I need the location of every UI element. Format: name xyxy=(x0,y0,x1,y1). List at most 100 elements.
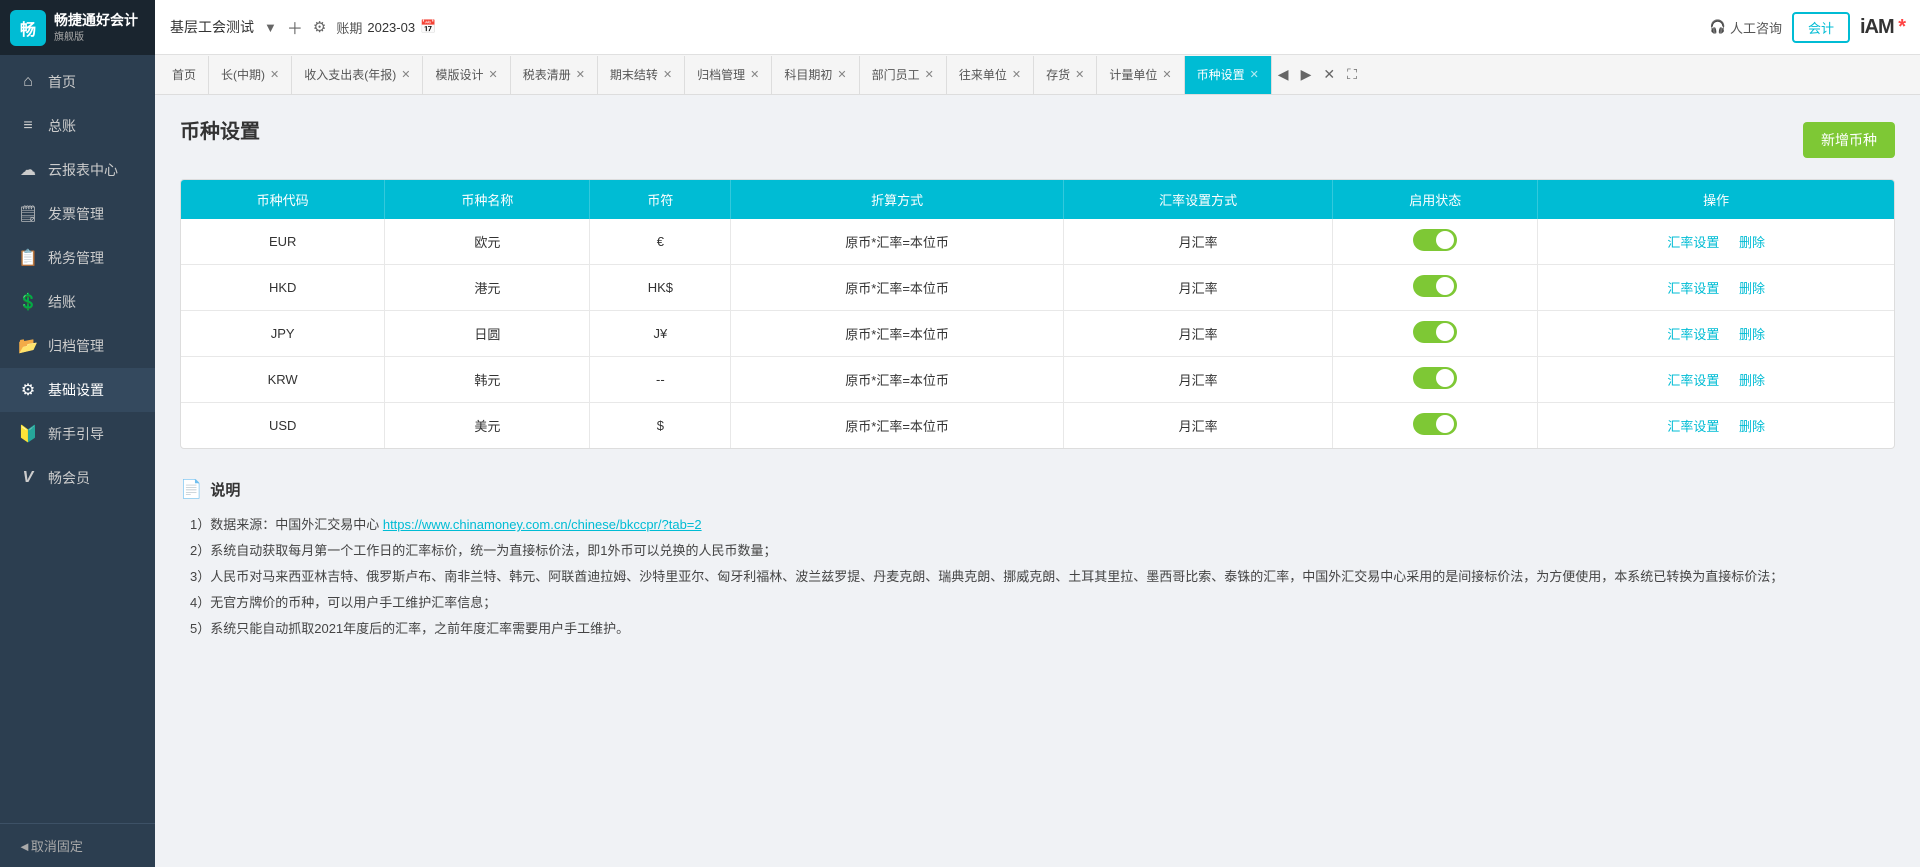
rate-setting-link[interactable]: 汇率设置 xyxy=(1667,327,1719,342)
tab-period[interactable]: 长(中期) ✕ xyxy=(209,56,292,94)
sidebar-item-home[interactable]: ⌂ 首页 xyxy=(0,60,155,104)
sidebar-item-archive[interactable]: 📂 归档管理 xyxy=(0,324,155,368)
add-company-icon[interactable]: ＋ xyxy=(287,15,303,39)
tab-close-archive[interactable]: ✕ xyxy=(750,68,759,81)
cell-name: 美元 xyxy=(385,403,590,449)
cell-rate-type: 月汇率 xyxy=(1063,219,1332,265)
cell-status[interactable] xyxy=(1333,219,1538,265)
cell-status[interactable] xyxy=(1333,403,1538,449)
home-icon: ⌂ xyxy=(18,73,38,91)
sidebar-label-ledger: 总账 xyxy=(48,116,76,136)
status-toggle[interactable] xyxy=(1413,413,1457,435)
status-toggle[interactable] xyxy=(1413,367,1457,389)
tab-close-partner[interactable]: ✕ xyxy=(1012,68,1021,81)
rate-setting-link[interactable]: 汇率设置 xyxy=(1667,235,1719,250)
tab-dept[interactable]: 部门员工 ✕ xyxy=(860,56,947,94)
currency-data-table: 币种代码 币种名称 币符 折算方式 汇率设置方式 启用状态 操作 EUR 欧元 … xyxy=(181,180,1894,448)
tab-close-period[interactable]: ✕ xyxy=(270,68,279,81)
cell-name: 港元 xyxy=(385,265,590,311)
topbar: 基层工会测试 ▼ ＋ ⚙ 账期 2023-03 📅 🎧 人工咨询 会计 iAM … xyxy=(155,0,1920,55)
period-value: 2023-03 xyxy=(367,20,415,35)
sidebar-label-member: 畅会员 xyxy=(48,468,90,488)
notes-item: 5）系统只能自动抓取2021年度后的汇率，之前年度汇率需要用户手工维护。 xyxy=(190,616,1895,642)
tab-close-all-btn[interactable]: ✕ xyxy=(1317,56,1341,94)
tab-close-tax[interactable]: ✕ xyxy=(576,68,585,81)
sidebar-header: 畅 畅捷通好会计 旗舰版 xyxy=(0,0,155,55)
delete-link[interactable]: 删除 xyxy=(1739,235,1765,250)
tab-tax[interactable]: 税表清册 ✕ xyxy=(511,56,598,94)
company-name: 基层工会测试 xyxy=(170,17,254,37)
tab-inventory[interactable]: 存货 ✕ xyxy=(1034,56,1097,94)
status-toggle[interactable] xyxy=(1413,321,1457,343)
sidebar-item-settings[interactable]: ⚙ 基础设置 xyxy=(0,368,155,412)
tab-close-unit[interactable]: ✕ xyxy=(1162,68,1171,81)
tab-close-inventory[interactable]: ✕ xyxy=(1075,68,1084,81)
delete-link[interactable]: 删除 xyxy=(1739,327,1765,342)
tab-template[interactable]: 模版设计 ✕ xyxy=(423,56,510,94)
company-dropdown-icon[interactable]: ▼ xyxy=(264,20,277,35)
tab-close-template[interactable]: ✕ xyxy=(488,68,497,81)
cell-name: 韩元 xyxy=(385,357,590,403)
cell-name: 欧元 xyxy=(385,219,590,265)
tab-income[interactable]: 收入支出表(年报) ✕ xyxy=(292,56,423,94)
add-currency-button[interactable]: 新增币种 xyxy=(1803,122,1895,158)
sidebar-item-tax[interactable]: 📋 税务管理 xyxy=(0,236,155,280)
th-actions: 操作 xyxy=(1538,180,1894,219)
tab-archive[interactable]: 归档管理 ✕ xyxy=(685,56,772,94)
cell-status[interactable] xyxy=(1333,311,1538,357)
tab-home[interactable]: 首页 xyxy=(160,56,209,94)
tabbar: 首页 长(中期) ✕ 收入支出表(年报) ✕ 模版设计 ✕ 税表清册 ✕ 期末结… xyxy=(155,55,1920,95)
calendar-icon[interactable]: 📅 xyxy=(420,19,436,35)
delete-link[interactable]: 删除 xyxy=(1739,373,1765,388)
tab-close-income[interactable]: ✕ xyxy=(401,68,410,81)
account-button[interactable]: 会计 xyxy=(1792,12,1850,43)
sidebar-item-report[interactable]: ☁ 云报表中心 xyxy=(0,148,155,192)
headset-icon: 🎧 xyxy=(1710,19,1726,35)
tab-close-dept[interactable]: ✕ xyxy=(925,68,934,81)
cell-actions: 汇率设置 删除 xyxy=(1538,311,1894,357)
rate-setting-link[interactable]: 汇率设置 xyxy=(1667,373,1719,388)
tab-next-btn[interactable]: ▶ xyxy=(1295,56,1318,94)
sidebar-item-invoice[interactable]: 🗒 发票管理 xyxy=(0,192,155,236)
notes-item: 1）数据来源：中国外汇交易中心 https://www.chinamoney.c… xyxy=(190,512,1895,538)
sidebar-pin-toggle[interactable]: ◄取消固定 xyxy=(0,823,155,867)
tab-close-subjects[interactable]: ✕ xyxy=(837,68,846,81)
tab-subjects[interactable]: 科目期初 ✕ xyxy=(772,56,859,94)
sidebar-label-report: 云报表中心 xyxy=(48,160,118,180)
cell-status[interactable] xyxy=(1333,357,1538,403)
sidebar-label-guide: 新手引导 xyxy=(48,424,104,444)
tax-icon: 📋 xyxy=(18,248,38,268)
service-btn[interactable]: 🎧 人工咨询 xyxy=(1710,18,1782,37)
cell-actions: 汇率设置 删除 xyxy=(1538,265,1894,311)
sidebar-item-checkout[interactable]: 💲 结账 xyxy=(0,280,155,324)
cell-rate-type: 月汇率 xyxy=(1063,265,1332,311)
cell-status[interactable] xyxy=(1333,265,1538,311)
tab-partner[interactable]: 往来单位 ✕ xyxy=(947,56,1034,94)
delete-link[interactable]: 删除 xyxy=(1739,419,1765,434)
iam-star: * xyxy=(1898,16,1905,38)
cell-method: 原币*汇率=本位币 xyxy=(731,219,1064,265)
sidebar-item-member[interactable]: V 畅会员 xyxy=(0,456,155,500)
status-toggle[interactable] xyxy=(1413,275,1457,297)
tab-close-currency[interactable]: ✕ xyxy=(1250,68,1259,81)
tab-period-end[interactable]: 期末结转 ✕ xyxy=(598,56,685,94)
settings-gear-icon[interactable]: ⚙ xyxy=(313,18,326,36)
table-header: 币种代码 币种名称 币符 折算方式 汇率设置方式 启用状态 操作 xyxy=(181,180,1894,219)
status-toggle[interactable] xyxy=(1413,229,1457,251)
rate-setting-link[interactable]: 汇率设置 xyxy=(1667,419,1719,434)
currency-table: 币种代码 币种名称 币符 折算方式 汇率设置方式 启用状态 操作 EUR 欧元 … xyxy=(180,179,1895,449)
tab-close-period-end[interactable]: ✕ xyxy=(663,68,672,81)
table-row: JPY 日圆 J¥ 原币*汇率=本位币 月汇率 汇率设置 删除 xyxy=(181,311,1894,357)
sidebar-nav: ⌂ 首页 ≡ 总账 ☁ 云报表中心 🗒 发票管理 📋 税务管理 💲 结账 📂 归… xyxy=(0,55,155,823)
delete-link[interactable]: 删除 xyxy=(1739,281,1765,296)
tab-prev-btn[interactable]: ◀ xyxy=(1272,56,1295,94)
rate-setting-link[interactable]: 汇率设置 xyxy=(1667,281,1719,296)
sidebar-item-guide[interactable]: 🔰 新手引导 xyxy=(0,412,155,456)
tab-expand-btn[interactable]: ⛶ xyxy=(1341,56,1363,94)
sidebar-item-ledger[interactable]: ≡ 总账 xyxy=(0,104,155,148)
tab-unit[interactable]: 计量单位 ✕ xyxy=(1097,56,1184,94)
app-title: 畅捷通好会计 xyxy=(54,12,138,29)
cell-method: 原币*汇率=本位币 xyxy=(731,403,1064,449)
notes-link[interactable]: https://www.chinamoney.com.cn/chinese/bk… xyxy=(383,517,702,532)
tab-currency[interactable]: 币种设置 ✕ xyxy=(1185,56,1272,94)
